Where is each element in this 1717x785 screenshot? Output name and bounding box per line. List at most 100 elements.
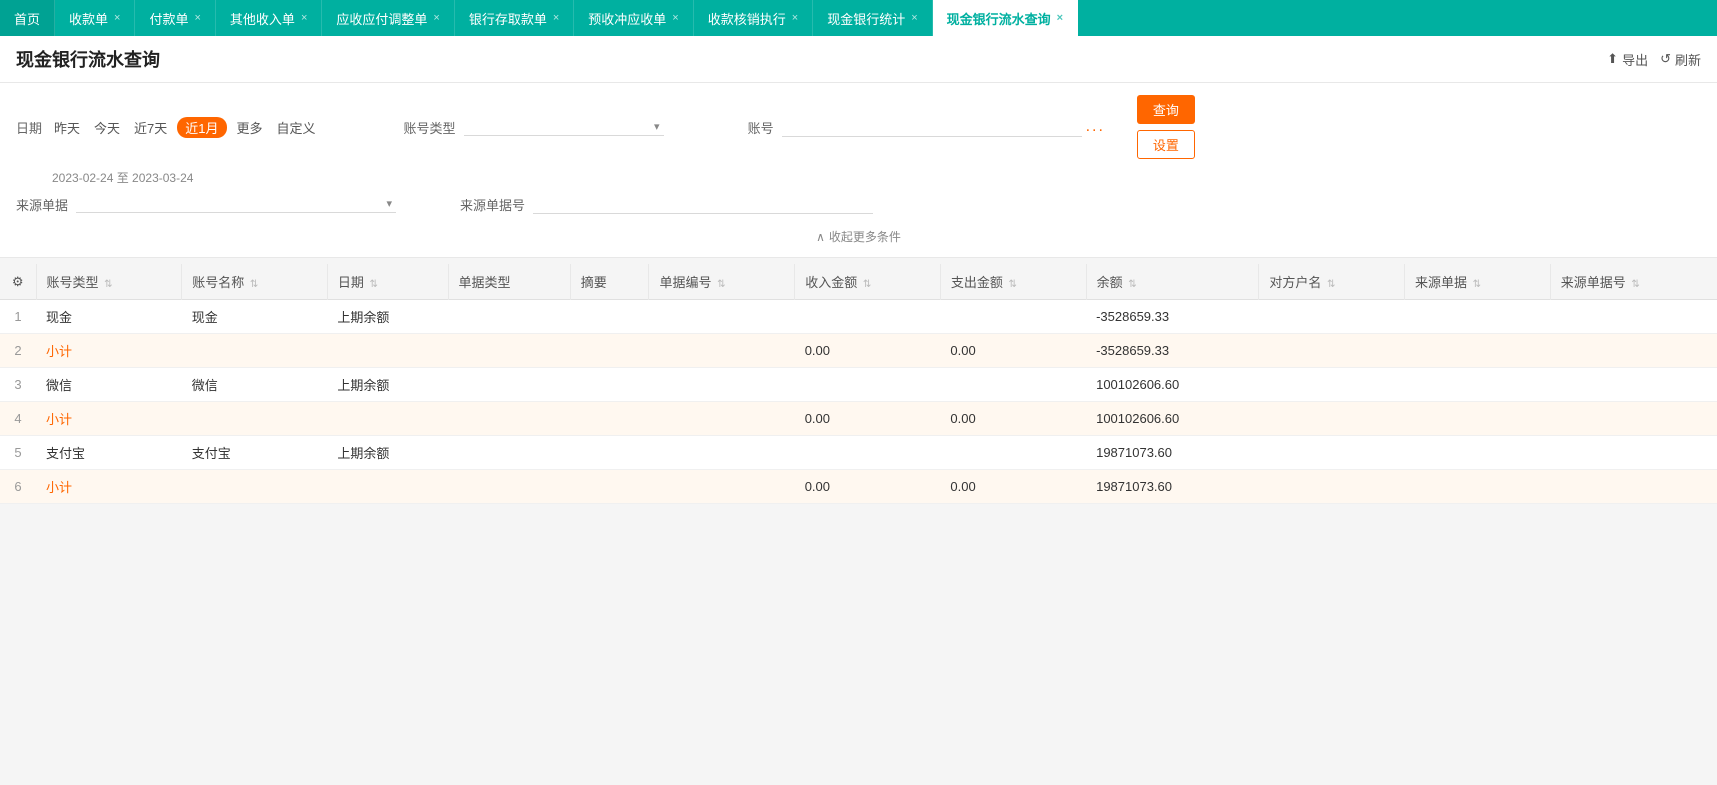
cell-income: [795, 300, 941, 334]
table-row: 4小计0.000.00100102606.60: [0, 402, 1717, 436]
nav-close-prepay-flush[interactable]: ×: [672, 12, 678, 24]
nav-item-cash-flow[interactable]: 现金银行流水查询×: [933, 0, 1078, 36]
cell-source-doc-no: [1550, 436, 1717, 470]
nav-item-bank-deposit[interactable]: 银行存取款单×: [455, 0, 574, 36]
col-doc-type: 单据类型: [448, 264, 570, 300]
cell-income: 0.00: [795, 334, 941, 368]
nav-close-cash-flow[interactable]: ×: [1057, 12, 1063, 24]
account-type-label: 账号类型: [404, 118, 456, 137]
cell-doc-no: [649, 470, 795, 504]
export-button[interactable]: ⬆ 导出: [1607, 50, 1648, 69]
nav-close-other-income[interactable]: ×: [301, 12, 307, 24]
cell-expense: [940, 368, 1086, 402]
col-source-doc-no[interactable]: 来源单据号 ⇅: [1550, 264, 1717, 300]
sort-icon-doc-no: ⇅: [717, 279, 725, 290]
cell-date: 上期余额: [327, 368, 448, 402]
nav-close-receipt[interactable]: ×: [114, 12, 120, 24]
cell-doc-no: [649, 436, 795, 470]
cell-counterparty: [1259, 334, 1405, 368]
col-source-doc[interactable]: 来源单据 ⇅: [1405, 264, 1551, 300]
nav-item-write-off[interactable]: 收款核销执行×: [694, 0, 813, 36]
cell-income: [795, 368, 941, 402]
export-icon: ⬆: [1607, 51, 1618, 67]
table-header: ⚙ 账号类型 ⇅ 账号名称 ⇅ 日期 ⇅ 单据类型 摘要 单据编号 ⇅ 收入金额…: [0, 264, 1717, 300]
chevron-down-icon: ▾: [654, 120, 660, 133]
col-balance[interactable]: 余额 ⇅: [1086, 264, 1259, 300]
col-doc-no[interactable]: 单据编号 ⇅: [649, 264, 795, 300]
nav-item-receipt[interactable]: 收款单×: [55, 0, 135, 36]
nav-item-prepay-flush[interactable]: 预收冲应收单×: [574, 0, 693, 36]
col-account-type[interactable]: 账号类型 ⇅: [36, 264, 182, 300]
table-row: 3微信微信上期余额100102606.60: [0, 368, 1717, 402]
account-type-select[interactable]: ▾: [464, 118, 664, 136]
collapse-bar[interactable]: ∧ 收起更多条件: [16, 224, 1701, 249]
nav-close-ar-ap-adjust[interactable]: ×: [433, 12, 439, 24]
date-btn-more[interactable]: 更多: [233, 117, 267, 138]
cell-account-name: [182, 470, 328, 504]
date-btn-yesterday[interactable]: 昨天: [50, 117, 84, 138]
cell-account-name: 现金: [182, 300, 328, 334]
nav-close-payment[interactable]: ×: [194, 12, 200, 24]
col-expense[interactable]: 支出金额 ⇅: [940, 264, 1086, 300]
nav-close-write-off[interactable]: ×: [792, 12, 798, 24]
top-nav: 首页收款单×付款单×其他收入单×应收应付调整单×银行存取款单×预收冲应收单×收款…: [0, 0, 1717, 36]
header-actions: ⬆ 导出 ↺ 刷新: [1607, 50, 1701, 69]
cell-balance: 100102606.60: [1086, 402, 1259, 436]
cell-source-doc: [1405, 368, 1551, 402]
cell-account-type: 小计: [36, 402, 182, 436]
cell-source-doc: [1405, 436, 1551, 470]
col-gear[interactable]: ⚙: [0, 264, 36, 300]
date-btn-today[interactable]: 今天: [90, 117, 124, 138]
nav-item-home[interactable]: 首页: [0, 0, 55, 36]
cell-account-type: 现金: [36, 300, 182, 334]
sort-icon-expense: ⇅: [1009, 279, 1017, 290]
sort-icon-source-doc: ⇅: [1473, 279, 1481, 290]
date-btn-7days[interactable]: 近7天: [130, 117, 171, 138]
col-date[interactable]: 日期 ⇅: [327, 264, 448, 300]
account-dots-button[interactable]: ...: [1086, 118, 1105, 136]
cell-date: [327, 334, 448, 368]
sort-icon-counterparty: ⇅: [1327, 279, 1335, 290]
cell-counterparty: [1259, 300, 1405, 334]
account-filter-group: 账号 ...: [748, 117, 1105, 137]
col-account-name[interactable]: 账号名称 ⇅: [182, 264, 328, 300]
account-label: 账号: [748, 118, 774, 137]
cell-balance: -3528659.33: [1086, 300, 1259, 334]
nav-item-ar-ap-adjust[interactable]: 应收应付调整单×: [322, 0, 454, 36]
cell-doc-type: [448, 368, 570, 402]
nav-close-cash-stat[interactable]: ×: [911, 12, 917, 24]
account-type-filter-group: 账号类型 ▾: [404, 118, 664, 137]
source-doc-chevron-icon: ▾: [386, 197, 392, 210]
sort-icon-date: ⇅: [370, 279, 378, 290]
cell-date: 上期余额: [327, 436, 448, 470]
nav-item-cash-stat[interactable]: 现金银行统计×: [813, 0, 932, 36]
setting-button[interactable]: 设置: [1137, 130, 1195, 159]
account-input[interactable]: [782, 117, 1082, 137]
nav-item-payment[interactable]: 付款单×: [135, 0, 215, 36]
cell-account-name: [182, 334, 328, 368]
query-button[interactable]: 查询: [1137, 95, 1195, 124]
col-counterparty[interactable]: 对方户名 ⇅: [1259, 264, 1405, 300]
date-btn-1month[interactable]: 近1月: [177, 117, 226, 138]
cell-source-doc-no: [1550, 368, 1717, 402]
nav-close-bank-deposit[interactable]: ×: [553, 12, 559, 24]
nav-item-other-income[interactable]: 其他收入单×: [216, 0, 322, 36]
col-income[interactable]: 收入金额 ⇅: [795, 264, 941, 300]
sort-icon-account-type: ⇅: [104, 279, 112, 290]
gear-icon[interactable]: ⚙: [12, 274, 24, 289]
cell-source-doc: [1405, 300, 1551, 334]
sort-icon-source-doc-no: ⇅: [1631, 279, 1639, 290]
source-doc-select[interactable]: ▾: [76, 195, 396, 213]
source-doc-num-input[interactable]: [533, 194, 873, 214]
row-number: 3: [0, 368, 36, 402]
cell-doc-no: [649, 334, 795, 368]
cell-account-name: 微信: [182, 368, 328, 402]
cell-doc-type: [448, 300, 570, 334]
cell-source-doc: [1405, 334, 1551, 368]
row-number: 4: [0, 402, 36, 436]
sort-icon-account-name: ⇅: [250, 279, 258, 290]
table-row: 2小计0.000.00-3528659.33: [0, 334, 1717, 368]
date-btn-custom[interactable]: 自定义: [273, 117, 320, 138]
refresh-button[interactable]: ↺ 刷新: [1660, 50, 1701, 69]
page-title: 现金银行流水查询: [16, 46, 160, 72]
